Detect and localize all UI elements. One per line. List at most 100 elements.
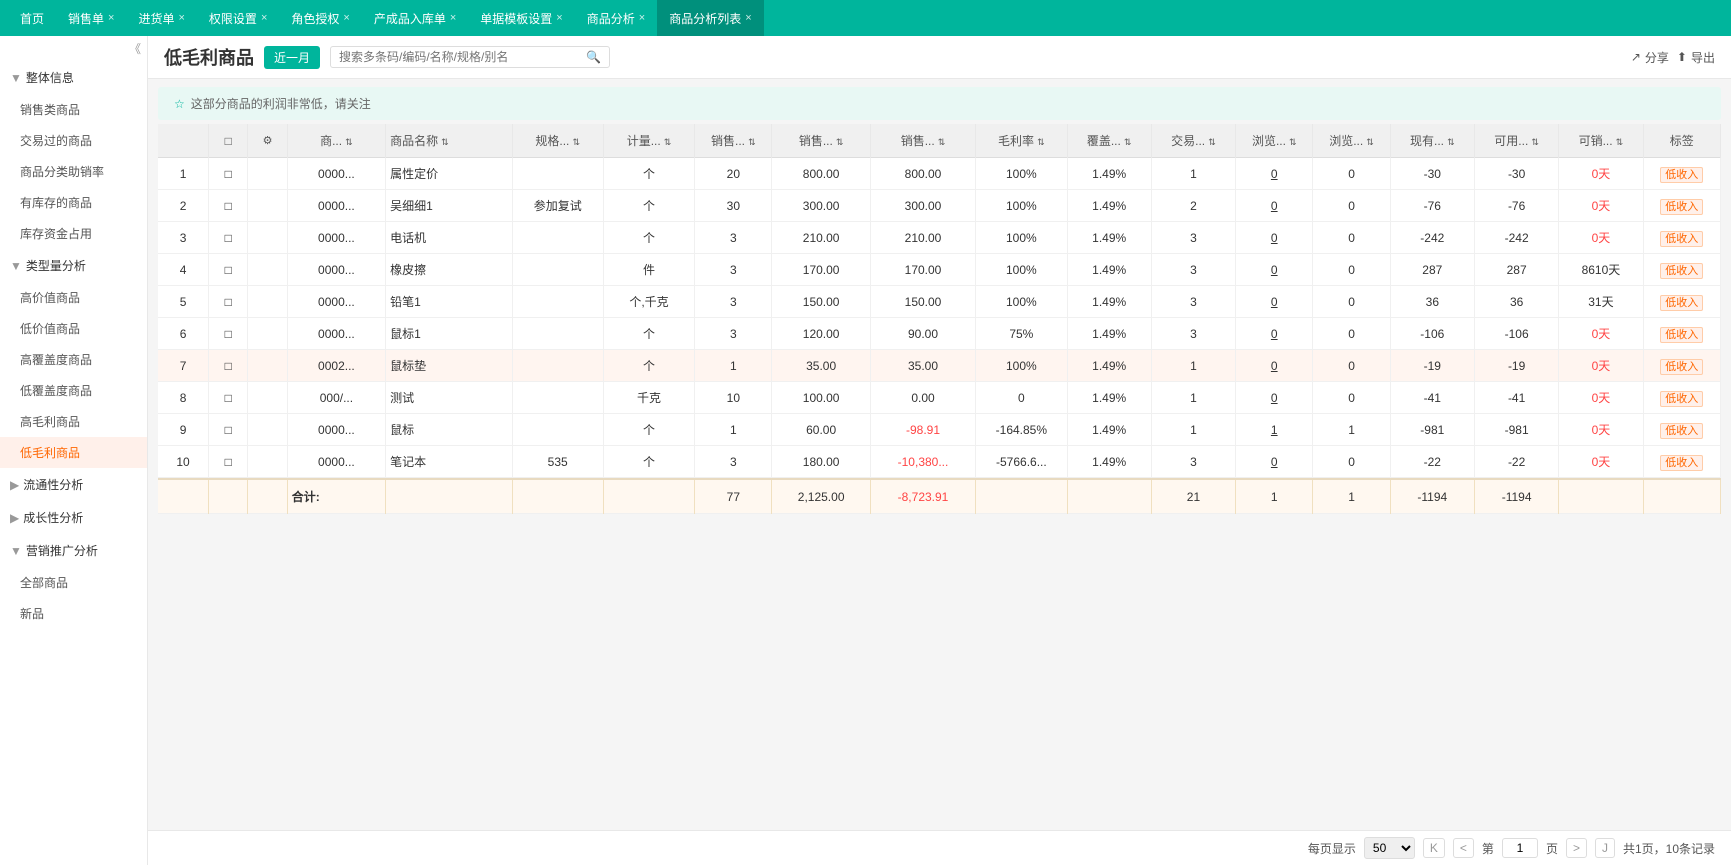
col-header-name[interactable]: 商品名称 ⇅: [386, 124, 512, 158]
col-header-saleable[interactable]: 可销... ⇅: [1559, 124, 1643, 158]
row-name[interactable]: 电话机: [386, 222, 512, 254]
sidebar-group-overall[interactable]: ▼ 整体信息: [0, 61, 147, 94]
row-view1[interactable]: 0: [1236, 446, 1313, 478]
row-checkbox[interactable]: □: [209, 190, 248, 222]
nav-role-auth-close[interactable]: ×: [343, 12, 349, 24]
first-page-btn[interactable]: K: [1423, 838, 1445, 858]
nav-home[interactable]: 首页: [8, 0, 56, 36]
nav-template-settings-close[interactable]: ×: [556, 12, 562, 24]
nav-template-settings[interactable]: 单据模板设置 ×: [468, 0, 574, 36]
nav-sales-order[interactable]: 销售单 ×: [56, 0, 126, 36]
total-empty-saleable: [1559, 479, 1643, 514]
col-header-sales-profit[interactable]: 销售... ⇅: [870, 124, 975, 158]
nav-purchase-order-close[interactable]: ×: [178, 12, 184, 24]
sort-saleable-icon: ⇅: [1616, 137, 1624, 147]
row-name[interactable]: 测试: [386, 382, 512, 414]
nav-product-analysis-list-close[interactable]: ×: [745, 12, 751, 24]
sidebar-collapse-btn[interactable]: 《: [0, 36, 147, 61]
row-checkbox[interactable]: □: [209, 414, 248, 446]
sidebar-group-circulation[interactable]: ▶ 流通性分析: [0, 468, 147, 501]
col-header-sales-qty[interactable]: 销售... ⇅: [695, 124, 772, 158]
row-view1[interactable]: 0: [1236, 190, 1313, 222]
sidebar-item-high-value[interactable]: 高价值商品: [0, 282, 147, 313]
nav-product-analysis[interactable]: 商品分析 ×: [575, 0, 657, 36]
total-view2: 1: [1313, 479, 1390, 514]
row-checkbox[interactable]: □: [209, 158, 248, 190]
nav-product-analysis-close[interactable]: ×: [639, 12, 645, 24]
next-page-btn[interactable]: >: [1566, 838, 1587, 858]
sidebar-item-high-coverage[interactable]: 高覆盖度商品: [0, 344, 147, 375]
col-header-spec[interactable]: 规格... ⇅: [512, 124, 603, 158]
col-header-settings[interactable]: ⚙: [248, 124, 287, 158]
col-header-current[interactable]: 现有... ⇅: [1390, 124, 1474, 158]
row-view1[interactable]: 0: [1236, 286, 1313, 318]
row-view1[interactable]: 0: [1236, 222, 1313, 254]
filter-recent-month[interactable]: 近一月: [264, 46, 320, 69]
sidebar-item-category-rate[interactable]: 商品分类助销率: [0, 156, 147, 187]
row-name[interactable]: 笔记本: [386, 446, 512, 478]
sidebar-item-traded-products[interactable]: 交易过的商品: [0, 125, 147, 156]
page-number-input[interactable]: [1502, 838, 1538, 858]
col-header-trade[interactable]: 交易... ⇅: [1151, 124, 1235, 158]
share-button[interactable]: ↗ 分享: [1631, 49, 1669, 66]
sidebar-item-high-margin[interactable]: 高毛利商品: [0, 406, 147, 437]
row-checkbox[interactable]: □: [209, 254, 248, 286]
row-checkbox[interactable]: □: [209, 446, 248, 478]
row-view1[interactable]: 0: [1236, 158, 1313, 190]
row-checkbox[interactable]: □: [209, 382, 248, 414]
col-header-sales-price[interactable]: 销售... ⇅: [772, 124, 870, 158]
nav-product-warehouse[interactable]: 产成品入库单 ×: [362, 0, 468, 36]
select-all-checkbox[interactable]: □: [225, 134, 232, 148]
col-header-code[interactable]: 商... ⇅: [287, 124, 385, 158]
sidebar-group-growth[interactable]: ▶ 成长性分析: [0, 501, 147, 534]
prev-page-btn[interactable]: <: [1453, 838, 1474, 858]
row-view1[interactable]: 0: [1236, 350, 1313, 382]
row-name[interactable]: 鼠标垫: [386, 350, 512, 382]
row-view2: 0: [1313, 190, 1390, 222]
search-icon[interactable]: 🔍: [586, 50, 601, 64]
sidebar-item-sales-products[interactable]: 销售类商品: [0, 94, 147, 125]
nav-product-analysis-list[interactable]: 商品分析列表 ×: [657, 0, 763, 36]
nav-sales-order-close[interactable]: ×: [108, 12, 114, 24]
per-page-select[interactable]: 50 100 200: [1364, 837, 1415, 859]
nav-purchase-order[interactable]: 进货单 ×: [126, 0, 196, 36]
row-checkbox[interactable]: □: [209, 222, 248, 254]
col-header-view1[interactable]: 浏览... ⇅: [1236, 124, 1313, 158]
row-name[interactable]: 橡皮擦: [386, 254, 512, 286]
row-name[interactable]: 鼠标: [386, 414, 512, 446]
col-header-available[interactable]: 可用... ⇅: [1474, 124, 1558, 158]
col-header-gross[interactable]: 毛利率 ⇅: [976, 124, 1067, 158]
row-view1[interactable]: 0: [1236, 382, 1313, 414]
search-input[interactable]: [339, 50, 586, 64]
sidebar-item-low-value[interactable]: 低价值商品: [0, 313, 147, 344]
col-header-unit[interactable]: 计量... ⇅: [603, 124, 694, 158]
last-page-btn[interactable]: J: [1595, 838, 1615, 858]
nav-role-auth[interactable]: 角色授权 ×: [279, 0, 361, 36]
sidebar-item-low-margin[interactable]: 低毛利商品: [0, 437, 147, 468]
nav-product-warehouse-close[interactable]: ×: [450, 12, 456, 24]
row-checkbox[interactable]: □: [209, 286, 248, 318]
sidebar-item-in-stock[interactable]: 有库存的商品: [0, 187, 147, 218]
sidebar-item-stock-capital[interactable]: 库存资金占用: [0, 218, 147, 249]
row-checkbox[interactable]: □: [209, 350, 248, 382]
col-header-check[interactable]: □: [209, 124, 248, 158]
sidebar-group-marketing[interactable]: ▼ 营销推广分析: [0, 534, 147, 567]
row-view1[interactable]: 1: [1236, 414, 1313, 446]
col-header-view2[interactable]: 浏览... ⇅: [1313, 124, 1390, 158]
col-header-cover[interactable]: 覆盖... ⇅: [1067, 124, 1151, 158]
export-button[interactable]: ⬆ 导出: [1677, 49, 1715, 66]
sidebar-group-type[interactable]: ▼ 类型量分析: [0, 249, 147, 282]
row-name[interactable]: 吴细细1: [386, 190, 512, 222]
col-header-tag[interactable]: 标签: [1643, 124, 1720, 158]
row-view1[interactable]: 0: [1236, 254, 1313, 286]
sidebar-item-all-products[interactable]: 全部商品: [0, 567, 147, 598]
nav-permission-settings-close[interactable]: ×: [261, 12, 267, 24]
sidebar-item-new-products[interactable]: 新品: [0, 598, 147, 629]
row-name[interactable]: 鼠标1: [386, 318, 512, 350]
row-name[interactable]: 属性定价: [386, 158, 512, 190]
sidebar-item-low-coverage[interactable]: 低覆盖度商品: [0, 375, 147, 406]
row-name[interactable]: 铅笔1: [386, 286, 512, 318]
row-checkbox[interactable]: □: [209, 318, 248, 350]
nav-permission-settings[interactable]: 权限设置 ×: [197, 0, 279, 36]
row-view1[interactable]: 0: [1236, 318, 1313, 350]
